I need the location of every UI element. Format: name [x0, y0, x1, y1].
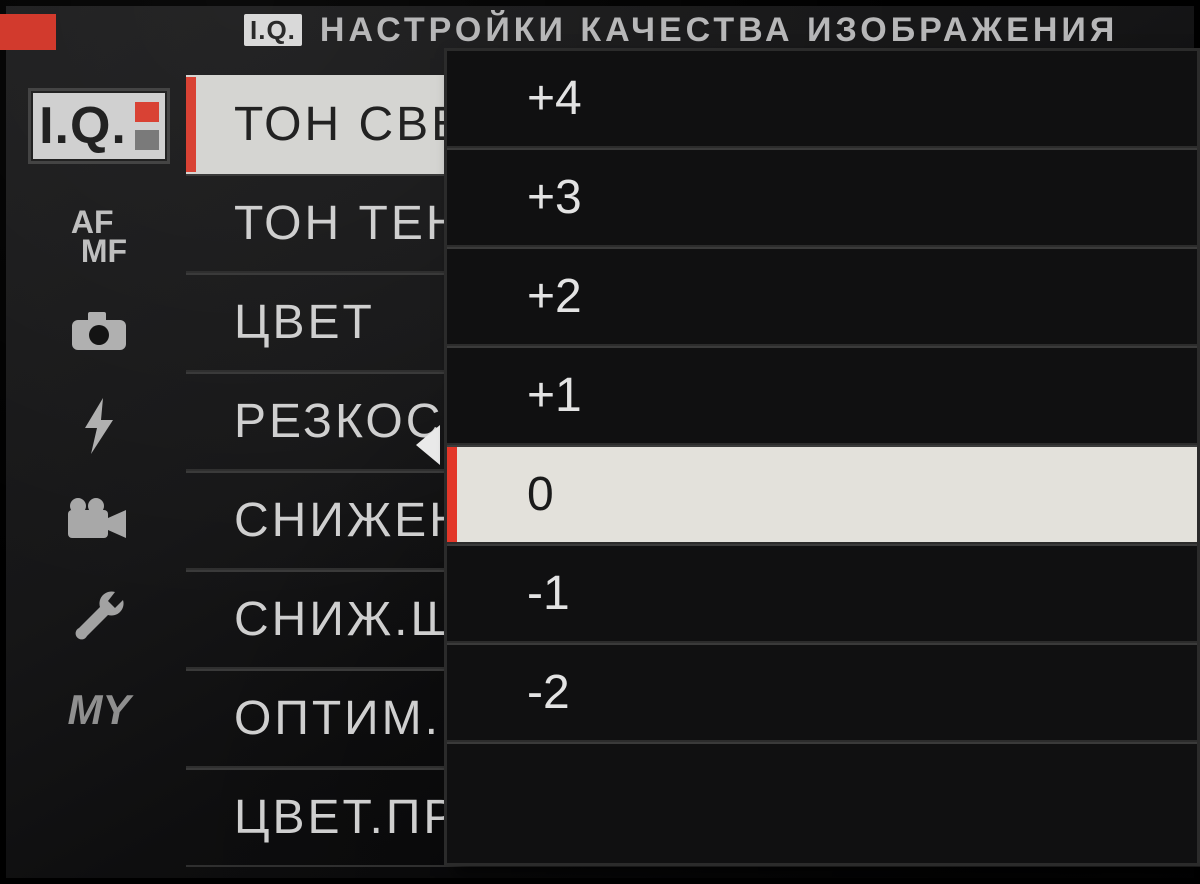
sidebar-tab-afmf[interactable]: AF MF	[71, 208, 127, 266]
menu-item-label: РЕЗКОС	[234, 394, 443, 449]
menu-item-label: СНИЖ.Ш	[234, 592, 457, 647]
sidebar-afmf-line2: MF	[81, 237, 127, 266]
menu-item-label: ЦВЕТ.ПР	[234, 790, 458, 845]
sidebar-my-label: MY	[68, 686, 131, 734]
value-picker[interactable]: +4 +3 +2 +1 0 -1 -2	[444, 48, 1200, 866]
picker-option[interactable]: +4	[447, 51, 1197, 148]
sidebar-tab-my[interactable]: MY	[68, 686, 131, 734]
menu-item-label: ТОН ТЕН	[234, 196, 464, 251]
camera-icon	[70, 310, 128, 354]
picker-option-label: -2	[527, 665, 570, 720]
menu-item-label: ОПТИМ.	[234, 691, 441, 746]
left-arrow-icon	[416, 425, 440, 465]
picker-option[interactable]: +1	[447, 346, 1197, 445]
iq-badge-icon: I.Q.	[244, 14, 302, 46]
menu-item-label: СНИЖЕН	[234, 493, 467, 548]
picker-option-label: -1	[527, 566, 570, 621]
picker-option-label: +2	[527, 269, 582, 324]
sidebar-iq-squares-icon	[135, 102, 159, 150]
picker-option-label: +4	[527, 71, 582, 126]
menu-item-label: ТОН СВЕ	[234, 97, 466, 152]
picker-option-label: +1	[527, 368, 582, 423]
picker-option-label: +3	[527, 170, 582, 225]
picker-option-label: 0	[527, 467, 554, 522]
sidebar-tab-iq[interactable]: I.Q.	[28, 88, 170, 164]
wrench-icon	[71, 586, 127, 642]
picker-option-selected[interactable]: 0	[447, 445, 1197, 544]
sidebar-tab-setup[interactable]	[71, 586, 127, 642]
picker-option[interactable]: -2	[447, 643, 1197, 742]
sidebar-tab-shooting[interactable]	[70, 310, 128, 354]
picker-spacer	[447, 742, 1197, 859]
header-title: НАСТРОЙКИ КАЧЕСТВА ИЗОБРАЖЕНИЯ	[320, 11, 1118, 50]
camera-menu-screen: I.Q. НАСТРОЙКИ КАЧЕСТВА ИЗОБРАЖЕНИЯ I.Q.…	[0, 0, 1200, 884]
picker-option[interactable]: +2	[447, 247, 1197, 346]
picker-option[interactable]: -1	[447, 544, 1197, 643]
sidebar-tab-iq-label: I.Q.	[39, 96, 127, 156]
sidebar-tab-flash[interactable]	[79, 398, 119, 454]
flash-icon	[79, 398, 119, 454]
movie-camera-icon	[68, 498, 130, 542]
sidebar: I.Q. AF MF	[26, 80, 172, 884]
header-accent-bar	[0, 14, 56, 50]
sidebar-tab-movie[interactable]	[68, 498, 130, 542]
menu-item-label: ЦВЕТ	[234, 295, 375, 350]
picker-option[interactable]: +3	[447, 148, 1197, 247]
